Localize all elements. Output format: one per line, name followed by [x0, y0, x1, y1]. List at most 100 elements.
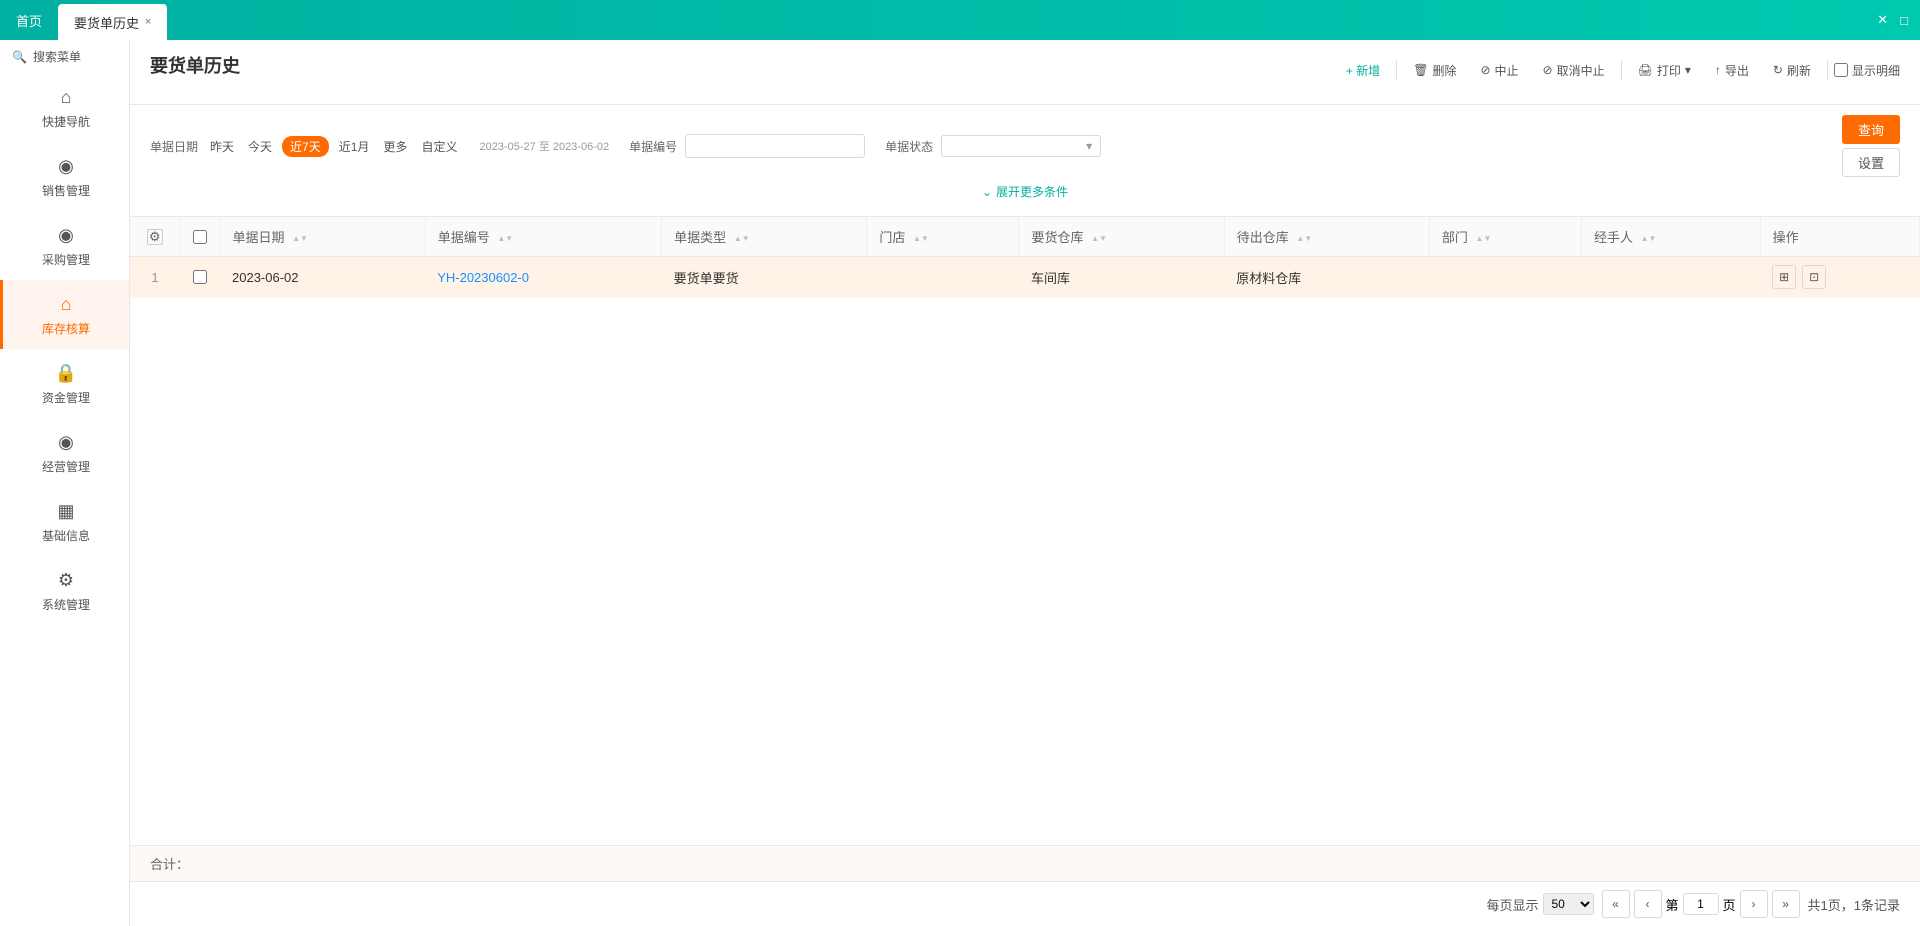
date-shortcut-more[interactable]: 更多 — [379, 136, 411, 157]
col-pending-warehouse-label: 待出仓库 — [1237, 230, 1289, 245]
window-maximize-icon[interactable]: □ — [1900, 13, 1908, 28]
col-actions-label: 操作 — [1773, 230, 1799, 245]
sidebar-item-quick-nav[interactable]: ⌂ 快捷导航 — [0, 73, 129, 142]
date-shortcut-custom[interactable]: 自定义 — [417, 136, 461, 157]
last-page-btn[interactable]: » — [1772, 890, 1800, 918]
sidebar-search[interactable]: 🔍 搜索菜单 — [0, 40, 129, 73]
print-label: 打印 — [1657, 62, 1681, 79]
col-req-warehouse-sort: ▲▼ — [1091, 234, 1107, 243]
sidebar-item-operations-mgmt[interactable]: ◉ 经营管理 — [0, 418, 129, 487]
tab-home[interactable]: 首页 — [0, 0, 58, 40]
expand-more-label: 展开更多条件 — [996, 183, 1068, 200]
date-shortcut-1month[interactable]: 近1月 — [335, 136, 374, 157]
row-number: YH-20230602-0 — [425, 257, 661, 298]
print-button[interactable]: 🖨 打印 ▾ — [1628, 58, 1701, 83]
query-button[interactable]: 查询 — [1842, 115, 1900, 144]
sidebar-item-basic-info[interactable]: ▦ 基础信息 — [0, 487, 129, 556]
sidebar-item-sales-mgmt[interactable]: ◉ 销售管理 — [0, 142, 129, 211]
export-button[interactable]: ↑ 导出 — [1705, 58, 1759, 83]
first-page-btn[interactable]: « — [1602, 890, 1630, 918]
col-handler-sort: ▲▼ — [1641, 234, 1657, 243]
col-handler[interactable]: 经手人 ▲▼ — [1582, 217, 1761, 257]
refresh-button[interactable]: ↻ 刷新 — [1763, 58, 1821, 83]
filter-group-date: 单据日期 昨天 今天 近7天 近1月 更多 自定义 2023-05-27 至 2… — [150, 136, 609, 157]
col-store-sort: ▲▼ — [913, 234, 929, 243]
filter-group-doc-status: 单据状态 ▾ — [885, 135, 1101, 157]
col-settings[interactable]: ⚙ — [130, 217, 180, 257]
date-shortcut-7days[interactable]: 近7天 — [282, 136, 329, 157]
tab-requisition-history[interactable]: 要货单历史 × — [58, 4, 167, 40]
total-info: 共1页，1条记录 — [1808, 895, 1900, 914]
toolbar-separator-2 — [1621, 60, 1622, 80]
operations-icon: ◉ — [54, 430, 78, 454]
toolbar-separator-1 — [1396, 60, 1397, 80]
current-page-input[interactable] — [1683, 893, 1719, 915]
display-dense-label: 显示明细 — [1852, 62, 1900, 79]
sidebar-item-purchase-label: 采购管理 — [42, 251, 90, 268]
doc-number-input[interactable] — [685, 134, 865, 158]
date-range-text: 2023-05-27 至 2023-06-02 — [479, 138, 609, 154]
sidebar-item-basic-info-label: 基础信息 — [42, 527, 90, 544]
expand-more-icon: ⌄ — [982, 185, 992, 199]
col-number[interactable]: 单据编号 ▲▼ — [425, 217, 661, 257]
expand-more-conditions[interactable]: ⌄ 展开更多条件 — [150, 177, 1900, 206]
date-shortcuts: 昨天 今天 近7天 近1月 更多 自定义 — [206, 136, 461, 157]
cancel-stop-button[interactable]: ⊘ 取消中止 — [1533, 58, 1615, 83]
col-store[interactable]: 门店 ▲▼ — [867, 217, 1019, 257]
doc-status-dropdown-icon: ▾ — [1086, 139, 1092, 153]
refresh-label: 刷新 — [1787, 62, 1811, 79]
delete-icon: 🗑 — [1413, 63, 1428, 77]
tab-home-label: 首页 — [16, 11, 42, 30]
sidebar-item-finance-mgmt[interactable]: 🔒 资金管理 — [0, 349, 129, 418]
top-bar: 首页 要货单历史 × ✕ □ — [0, 0, 1920, 40]
date-shortcut-today[interactable]: 今天 — [244, 136, 276, 157]
sidebar-item-purchase-mgmt[interactable]: ◉ 采购管理 — [0, 211, 129, 280]
toolbar: + 新增 🗑 删除 ⊘ 中止 ⊘ 取消中止 — [1336, 58, 1900, 83]
tab-bar: 首页 要货单历史 × — [0, 0, 167, 40]
col-date[interactable]: 单据日期 ▲▼ — [220, 217, 425, 257]
inventory-icon: ⌂ — [54, 292, 78, 316]
delete-button[interactable]: 🗑 删除 — [1403, 58, 1466, 83]
row-select-checkbox[interactable] — [193, 270, 207, 284]
filter-row-1: 单据日期 昨天 今天 近7天 近1月 更多 自定义 2023-05-27 至 2… — [150, 115, 1900, 177]
next-page-btn[interactable]: › — [1740, 890, 1768, 918]
col-type[interactable]: 单据类型 ▲▼ — [662, 217, 867, 257]
col-actions: 操作 — [1760, 217, 1919, 257]
date-shortcut-yesterday[interactable]: 昨天 — [206, 136, 238, 157]
window-close-icon[interactable]: ✕ — [1877, 12, 1888, 28]
prev-page-btn[interactable]: ‹ — [1634, 890, 1662, 918]
display-dense-checkbox[interactable] — [1834, 63, 1848, 77]
row-index: 1 — [130, 257, 180, 298]
col-store-label: 门店 — [879, 230, 905, 245]
export-label: 导出 — [1725, 62, 1749, 79]
new-button[interactable]: + 新增 — [1336, 58, 1390, 83]
col-dept[interactable]: 部门 ▲▼ — [1429, 217, 1581, 257]
table-footer: 合计： — [130, 845, 1920, 881]
row-number-link[interactable]: YH-20230602-0 — [437, 270, 529, 285]
close-tab-icon[interactable]: × — [145, 16, 151, 28]
stop-button[interactable]: ⊘ 中止 — [1470, 58, 1528, 83]
display-dense-toggle[interactable]: 显示明细 — [1834, 62, 1900, 79]
col-req-warehouse[interactable]: 要货仓库 ▲▼ — [1019, 217, 1224, 257]
col-settings-icon[interactable]: ⚙ — [147, 229, 163, 245]
col-type-label: 单据类型 — [674, 230, 726, 245]
sidebar-item-sales-label: 销售管理 — [42, 182, 90, 199]
content-area: 要货单历史 + 新增 🗑 删除 ⊘ 中止 ⊘ 取消中止 — [130, 40, 1920, 926]
sidebar-item-inventory[interactable]: ⌂ 库存核算 — [0, 280, 129, 349]
print-dropdown-icon: ▾ — [1685, 63, 1691, 77]
per-page-select[interactable]: 20 50 100 — [1543, 893, 1594, 915]
main-layout: 🔍 搜索菜单 ⌂ 快捷导航 ◉ 销售管理 ◉ 采购管理 ⌂ 库存核算 🔒 资金管… — [0, 40, 1920, 926]
export-icon: ↑ — [1715, 63, 1721, 77]
col-pending-warehouse[interactable]: 待出仓库 ▲▼ — [1224, 217, 1429, 257]
settings-button[interactable]: 设置 — [1842, 148, 1900, 177]
row-req-warehouse: 车间库 — [1019, 257, 1224, 298]
sidebar-item-system-mgmt[interactable]: ⚙ 系统管理 — [0, 556, 129, 625]
row-action-view[interactable]: ⊞ — [1772, 265, 1796, 289]
per-page-label: 每页显示 — [1486, 895, 1538, 914]
col-number-sort: ▲▼ — [497, 234, 513, 243]
row-action-more[interactable]: ⊡ — [1802, 265, 1826, 289]
search-icon: 🔍 — [12, 50, 27, 64]
select-all-checkbox[interactable] — [193, 230, 207, 244]
toolbar-separator-3 — [1827, 60, 1828, 80]
doc-status-select[interactable]: ▾ — [941, 135, 1101, 157]
